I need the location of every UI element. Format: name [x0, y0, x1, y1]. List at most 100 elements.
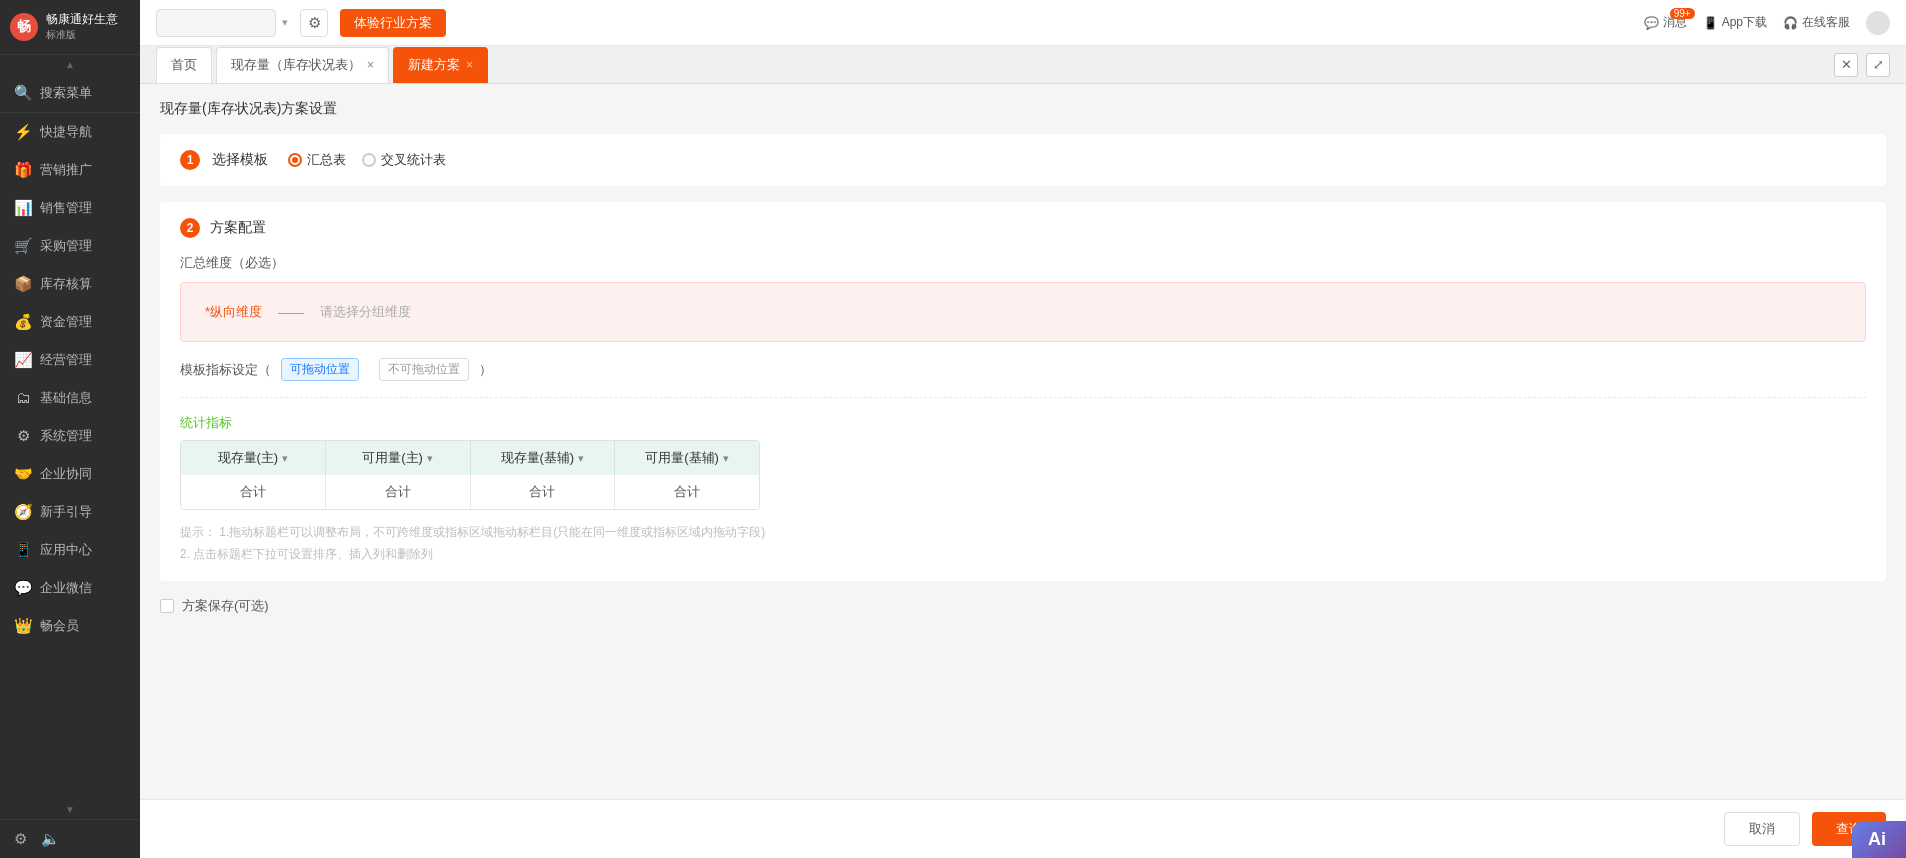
online-service-button[interactable]: 🎧 在线客服 — [1783, 14, 1850, 31]
indicator-settings-row: 模板指标设定（ 可拖动位置 不可拖动位置 ） — [180, 358, 1866, 381]
no-drag-tag: 不可拖动位置 — [379, 358, 469, 381]
sidebar-item-label: 经营管理 — [40, 351, 92, 369]
sidebar-item-sales[interactable]: 📊 销售管理 — [0, 189, 140, 227]
cancel-button[interactable]: 取消 — [1724, 812, 1800, 846]
app-edition: 标准版 — [46, 28, 118, 42]
sidebar-item-purchase[interactable]: 🛒 采购管理 — [0, 227, 140, 265]
settings-icon[interactable]: ⚙ — [14, 830, 27, 848]
tab-home[interactable]: 首页 — [156, 47, 212, 83]
step2-section: 2 方案配置 汇总维度（必选） *纵向维度 —— 请选择分组维度 模板指标设定（… — [160, 202, 1886, 581]
indicator-settings: 模板指标设定（ 可拖动位置 不可拖动位置 ） — [180, 358, 1866, 381]
stats-table: 现存量(主) ▾ 可用量(主) ▾ 现存量(基辅) ▾ 可用量(基辅) ▾ — [180, 440, 760, 510]
quick-nav-icon: ⚡ — [14, 123, 32, 141]
stats-col-1[interactable]: 现存量(主) ▾ — [181, 441, 326, 475]
tab-expand-btn[interactable]: ⤢ — [1866, 53, 1890, 77]
sidebar-scroll-up[interactable]: ▲ — [0, 55, 140, 74]
sidebar-item-system[interactable]: ⚙ 系统管理 — [0, 417, 140, 455]
tab-close-btn[interactable]: ✕ — [1834, 53, 1858, 77]
header-dropdown-arrow[interactable]: ▾ — [282, 16, 288, 29]
tab-new-plan-close[interactable]: × — [466, 58, 473, 72]
radio-cross-table[interactable]: 交叉统计表 — [362, 151, 446, 169]
marketing-icon: 🎁 — [14, 161, 32, 179]
top-header: ▾ ⚙ 体验行业方案 💬 消息 99+ 📱 App下载 🎧 在线客服 — [140, 0, 1906, 46]
sidebar-item-guide[interactable]: 🧭 新手引导 — [0, 493, 140, 531]
stats-cell-1: 合计 — [181, 475, 326, 509]
stats-col-3-dropdown[interactable]: ▾ — [578, 452, 584, 465]
sidebar-item-app-center[interactable]: 📱 应用中心 — [0, 531, 140, 569]
footer-bar: 取消 查询 — [140, 799, 1906, 858]
sidebar-item-label: 销售管理 — [40, 199, 92, 217]
sidebar-bottom: ⚙ 🔈 — [0, 819, 140, 858]
tabs-bar: 首页 现存量（库存状况表） × 新建方案 × ✕ ⤢ — [140, 46, 1906, 84]
header-search-input[interactable] — [156, 9, 276, 37]
sales-icon: 📊 — [14, 199, 32, 217]
sidebar-item-label: 新手引导 — [40, 503, 92, 521]
stats-col-4-dropdown[interactable]: ▾ — [723, 452, 729, 465]
stats-cell-4: 合计 — [615, 475, 759, 509]
indicator-close-paren: ） — [479, 361, 492, 379]
stats-title: 统计指标 — [180, 414, 1866, 432]
sidebar-item-label: 采购管理 — [40, 237, 92, 255]
stats-col-4-label: 可用量(基辅) — [645, 449, 719, 467]
radio-cross-label: 交叉统计表 — [381, 151, 446, 169]
stats-col-2[interactable]: 可用量(主) ▾ — [326, 441, 471, 475]
app-download-label: App下载 — [1722, 14, 1767, 31]
tab-new-plan[interactable]: 新建方案 × — [393, 47, 488, 83]
sidebar-item-inventory[interactable]: 📦 库存核算 — [0, 265, 140, 303]
dim-section-label: 汇总维度（必选） — [180, 254, 1866, 272]
save-option: 方案保存(可选) — [160, 597, 1886, 615]
stats-table-body: 合计 合计 合计 合计 — [181, 475, 759, 509]
dim-field-label: *纵向维度 — [205, 303, 262, 321]
sidebar: 畅 畅康通好生意 标准版 ▲ 🔍 搜索菜单 ⚡ 快捷导航 🎁 营销推广 📊 销售… — [0, 0, 140, 858]
user-avatar[interactable] — [1866, 11, 1890, 35]
header-gear-button[interactable]: ⚙ — [300, 9, 328, 37]
sidebar-item-marketing[interactable]: 🎁 营销推广 — [0, 151, 140, 189]
stats-col-2-dropdown[interactable]: ▾ — [427, 452, 433, 465]
sidebar-item-label: 系统管理 — [40, 427, 92, 445]
sidebar-scroll-down[interactable]: ▼ — [0, 800, 140, 819]
dimension-area[interactable]: *纵向维度 —— 请选择分组维度 — [180, 282, 1866, 342]
message-button[interactable]: 💬 消息 99+ — [1644, 14, 1687, 31]
app-download-icon: 📱 — [1703, 16, 1718, 30]
tab-new-plan-label: 新建方案 — [408, 56, 460, 74]
step1-row: 1 选择模板 汇总表 交叉统计表 — [180, 150, 1866, 170]
dim-placeholder: 请选择分组维度 — [320, 303, 411, 321]
save-checkbox[interactable] — [160, 599, 174, 613]
sidebar-item-cooperation[interactable]: 🤝 企业协同 — [0, 455, 140, 493]
drag-tag: 可拖动位置 — [281, 358, 359, 381]
stats-cell-3: 合计 — [471, 475, 616, 509]
radio-summary-table[interactable]: 汇总表 — [288, 151, 346, 169]
sidebar-item-management[interactable]: 📈 经营管理 — [0, 341, 140, 379]
radio-summary-dot — [288, 153, 302, 167]
trial-button[interactable]: 体验行业方案 — [340, 9, 446, 37]
stats-table-header: 现存量(主) ▾ 可用量(主) ▾ 现存量(基辅) ▾ 可用量(基辅) ▾ — [181, 441, 759, 475]
sidebar-item-finance[interactable]: 💰 资金管理 — [0, 303, 140, 341]
dim-dash: —— — [278, 305, 304, 320]
scroll-down-arrow[interactable]: ▼ — [63, 802, 77, 817]
app-center-icon: 📱 — [14, 541, 32, 559]
stats-col-3[interactable]: 现存量(基辅) ▾ — [471, 441, 616, 475]
sidebar-item-wechat[interactable]: 💬 企业微信 — [0, 569, 140, 607]
stats-col-1-dropdown[interactable]: ▾ — [282, 452, 288, 465]
sidebar-item-search[interactable]: 🔍 搜索菜单 — [0, 74, 140, 113]
tab-inventory-label: 现存量（库存状况表） — [231, 56, 361, 74]
tab-inventory-status[interactable]: 现存量（库存状况表） × — [216, 47, 389, 83]
scroll-up-arrow[interactable]: ▲ — [63, 57, 77, 72]
sidebar-item-label: 基础信息 — [40, 389, 92, 407]
sidebar-item-label: 企业微信 — [40, 579, 92, 597]
management-icon: 📈 — [14, 351, 32, 369]
tip-label: 提示： — [180, 525, 216, 539]
sidebar-item-label: 企业协同 — [40, 465, 92, 483]
sidebar-item-basic-info[interactable]: 🗂 基础信息 — [0, 379, 140, 417]
sidebar-item-member[interactable]: 👑 畅会员 — [0, 607, 140, 645]
ai-badge[interactable]: Ai — [1852, 821, 1906, 858]
app-download-button[interactable]: 📱 App下载 — [1703, 14, 1767, 31]
stats-col-4[interactable]: 可用量(基辅) ▾ — [615, 441, 759, 475]
sidebar-item-label: 库存核算 — [40, 275, 92, 293]
sidebar-item-quick-nav[interactable]: ⚡ 快捷导航 — [0, 113, 140, 151]
sidebar-item-label: 营销推广 — [40, 161, 92, 179]
tab-inventory-close[interactable]: × — [367, 58, 374, 72]
cooperation-icon: 🤝 — [14, 465, 32, 483]
online-service-label: 在线客服 — [1802, 14, 1850, 31]
volume-icon[interactable]: 🔈 — [41, 830, 60, 848]
